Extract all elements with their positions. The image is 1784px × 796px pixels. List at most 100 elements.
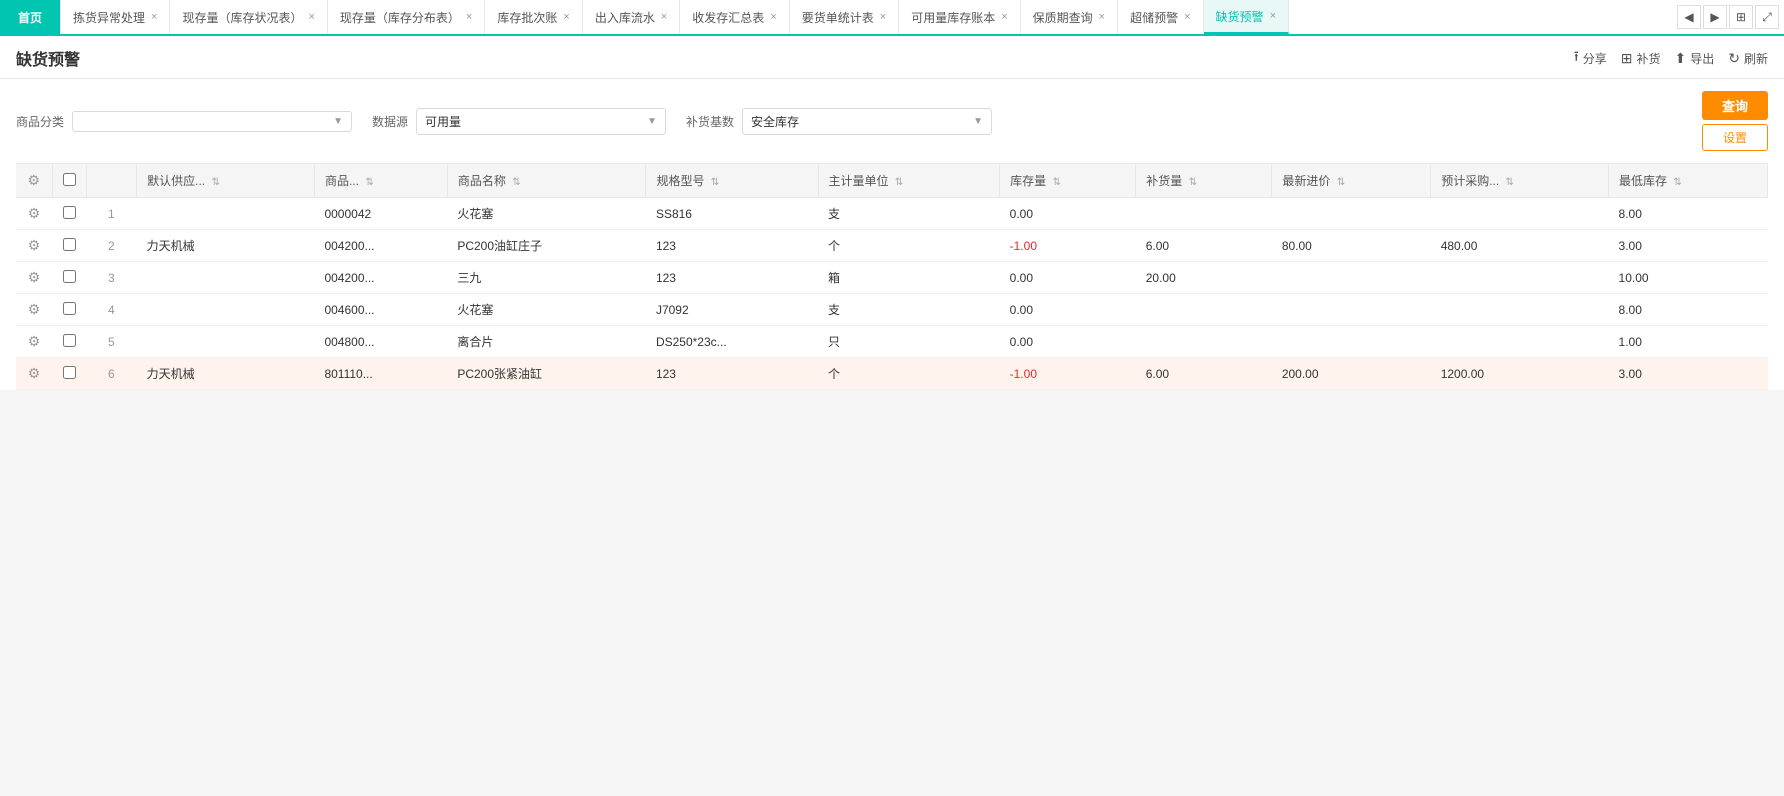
row-stock-qty: -1.00 — [1000, 230, 1136, 262]
tab-close-expiry-query[interactable]: × — [1099, 11, 1105, 23]
row-gear-icon[interactable]: ⚙ — [28, 269, 41, 285]
tab-close-order-stats[interactable]: × — [880, 11, 886, 23]
tab-item-order-stats[interactable]: 要货单统计表× — [790, 0, 899, 34]
tab-next-button[interactable]: ▶ — [1703, 5, 1727, 29]
row-checkbox-5[interactable] — [63, 366, 76, 379]
stock-qty-column-header[interactable]: 库存量 ⇅ — [1000, 164, 1136, 198]
row-goods-name: 火花塞 — [447, 294, 646, 326]
export-button[interactable]: ⬆ 导出 — [1675, 50, 1715, 67]
replenish-icon: ⊞ — [1621, 50, 1633, 67]
row-checkbox-1[interactable] — [63, 238, 76, 251]
tab-item-receive-summary[interactable]: 收发存汇总表× — [680, 0, 789, 34]
est-purchase-column-header[interactable]: 预计采购... ⇅ — [1431, 164, 1609, 198]
row-min-stock: 3.00 — [1609, 230, 1768, 262]
tab-close-available-ledger[interactable]: × — [1001, 11, 1007, 23]
page-header: 缺货预警 ⭱ 分享 ⊞ 补货 ⬆ 导出 ↻ 刷新 — [0, 36, 1784, 79]
filter-bar: 商品分类 ▼ 数据源 可用量 ▼ 补货基数 安全库存 ▼ 查询 设置 — [0, 79, 1784, 163]
latest-price-column-header[interactable]: 最新进价 ⇅ — [1272, 164, 1431, 198]
stock-qty-sort-icon: ⇅ — [1053, 177, 1061, 188]
replenish-qty-column-header[interactable]: 补货量 ⇅ — [1136, 164, 1272, 198]
goods-name-column-header[interactable]: 商品名称 ⇅ — [447, 164, 646, 198]
row-checkbox-2[interactable] — [63, 270, 76, 283]
row-estimated-purchase — [1431, 198, 1609, 230]
row-checkbox-3[interactable] — [63, 302, 76, 315]
header-actions: ⭱ 分享 ⊞ 补货 ⬆ 导出 ↻ 刷新 — [1574, 46, 1768, 70]
tab-item-inout-flow[interactable]: 出入库流水× — [583, 0, 680, 34]
goods-code-column-header[interactable]: 商品... ⇅ — [314, 164, 447, 198]
row-replenish-qty — [1136, 294, 1272, 326]
row-gear-cell: ⚙ — [16, 230, 52, 262]
table-row[interactable]: ⚙ 4 004600... 火花塞 J7092 支 0.00 8.00 — [16, 294, 1768, 326]
row-goods-name: PC200油缸庄子 — [447, 230, 646, 262]
tab-close-overstock[interactable]: × — [1184, 11, 1190, 23]
row-gear-icon[interactable]: ⚙ — [28, 205, 41, 221]
row-gear-icon[interactable]: ⚙ — [28, 365, 41, 381]
row-estimated-purchase — [1431, 326, 1609, 358]
tab-close-inventory-dist[interactable]: × — [466, 11, 472, 23]
share-icon: ⭱ — [1574, 46, 1579, 70]
refresh-button[interactable]: ↻ 刷新 — [1728, 50, 1768, 67]
category-select[interactable]: ▼ — [72, 111, 352, 132]
tab-item-home[interactable]: 首页 — [0, 0, 61, 34]
tab-label-exception: 拣货异常处理 — [73, 9, 145, 26]
row-gear-icon[interactable]: ⚙ — [28, 333, 41, 349]
tab-item-available-ledger[interactable]: 可用量库存账本× — [899, 0, 1020, 34]
row-latest-price — [1272, 262, 1431, 294]
tab-close-exception[interactable]: × — [151, 11, 157, 23]
table-row[interactable]: ⚙ 5 004800... 离合片 DS250*23c... 只 0.00 1.… — [16, 326, 1768, 358]
table-row[interactable]: ⚙ 3 004200... 三九 123 箱 0.00 20.00 10.00 — [16, 262, 1768, 294]
row-gear-icon[interactable]: ⚙ — [28, 237, 41, 253]
est-purchase-col-label: 预计采购... — [1441, 174, 1499, 188]
tab-item-expiry-query[interactable]: 保质期查询× — [1021, 0, 1118, 34]
tab-close-inventory-status[interactable]: × — [308, 11, 314, 23]
unit-col-label: 主计量单位 — [829, 174, 889, 188]
datasource-select-arrow: ▼ — [647, 116, 657, 127]
supplier-column-header[interactable]: 默认供应... ⇅ — [137, 164, 315, 198]
tab-item-batch-account[interactable]: 库存批次账× — [485, 0, 582, 34]
tab-item-inventory-status[interactable]: 现存量（库存状况表）× — [170, 0, 327, 34]
tab-item-inventory-dist[interactable]: 现存量（库存分布表）× — [328, 0, 485, 34]
tab-close-shortage[interactable]: × — [1270, 10, 1276, 22]
tab-item-shortage[interactable]: 缺货预警× — [1204, 0, 1289, 34]
tab-fullscreen-button[interactable]: ⤢ — [1755, 5, 1779, 29]
share-button[interactable]: ⭱ 分享 — [1574, 46, 1607, 70]
row-min-stock: 8.00 — [1609, 198, 1768, 230]
row-checkbox-4[interactable] — [63, 334, 76, 347]
row-supplier — [137, 326, 315, 358]
tab-prev-button[interactable]: ◀ — [1677, 5, 1701, 29]
tab-item-overstock[interactable]: 超储预警× — [1118, 0, 1203, 34]
tab-window-button[interactable]: ⊞ — [1729, 5, 1753, 29]
supplier-sort-icon: ⇅ — [211, 177, 219, 188]
row-gear-cell: ⚙ — [16, 294, 52, 326]
min-stock-column-header[interactable]: 最低库存 ⇅ — [1609, 164, 1768, 198]
spec-column-header[interactable]: 规格型号 ⇅ — [646, 164, 818, 198]
tab-item-exception[interactable]: 拣货异常处理 × — [61, 0, 170, 34]
row-spec: 123 — [646, 230, 818, 262]
datasource-select-value: 可用量 — [425, 113, 461, 130]
table-row[interactable]: ⚙ 2 力天机械 004200... PC200油缸庄子 123 个 -1.00… — [16, 230, 1768, 262]
unit-column-header[interactable]: 主计量单位 ⇅ — [818, 164, 1000, 198]
datasource-select[interactable]: 可用量 ▼ — [416, 108, 666, 135]
datasource-filter-group: 数据源 可用量 ▼ — [372, 108, 666, 135]
query-button[interactable]: 查询 — [1702, 91, 1768, 120]
row-supplier — [137, 294, 315, 326]
table-row[interactable]: ⚙ 6 力天机械 801110... PC200张紧油缸 123 个 -1.00… — [16, 358, 1768, 390]
row-gear-icon[interactable]: ⚙ — [28, 301, 41, 317]
row-checkbox-0[interactable] — [63, 206, 76, 219]
row-goods-name: PC200张紧油缸 — [447, 358, 646, 390]
gear-settings-icon[interactable]: ⚙ — [27, 172, 40, 188]
tab-close-receive-summary[interactable]: × — [770, 11, 776, 23]
row-checkbox-cell — [52, 294, 86, 326]
select-all-checkbox[interactable] — [63, 173, 76, 186]
table-container: ⚙ 默认供应... ⇅ 商品... ⇅ 商品名称 — [0, 163, 1784, 390]
table-row[interactable]: ⚙ 1 0000042 火花塞 SS816 支 0.00 8.00 — [16, 198, 1768, 230]
row-estimated-purchase — [1431, 262, 1609, 294]
settings-button[interactable]: 设置 — [1702, 124, 1768, 151]
category-select-arrow: ▼ — [333, 116, 343, 127]
row-latest-price — [1272, 326, 1431, 358]
tab-close-inout-flow[interactable]: × — [661, 11, 667, 23]
row-unit: 支 — [818, 294, 1000, 326]
replenish-button[interactable]: ⊞ 补货 — [1621, 50, 1661, 67]
tab-close-batch-account[interactable]: × — [563, 11, 569, 23]
replenish-basis-select[interactable]: 安全库存 ▼ — [742, 108, 992, 135]
